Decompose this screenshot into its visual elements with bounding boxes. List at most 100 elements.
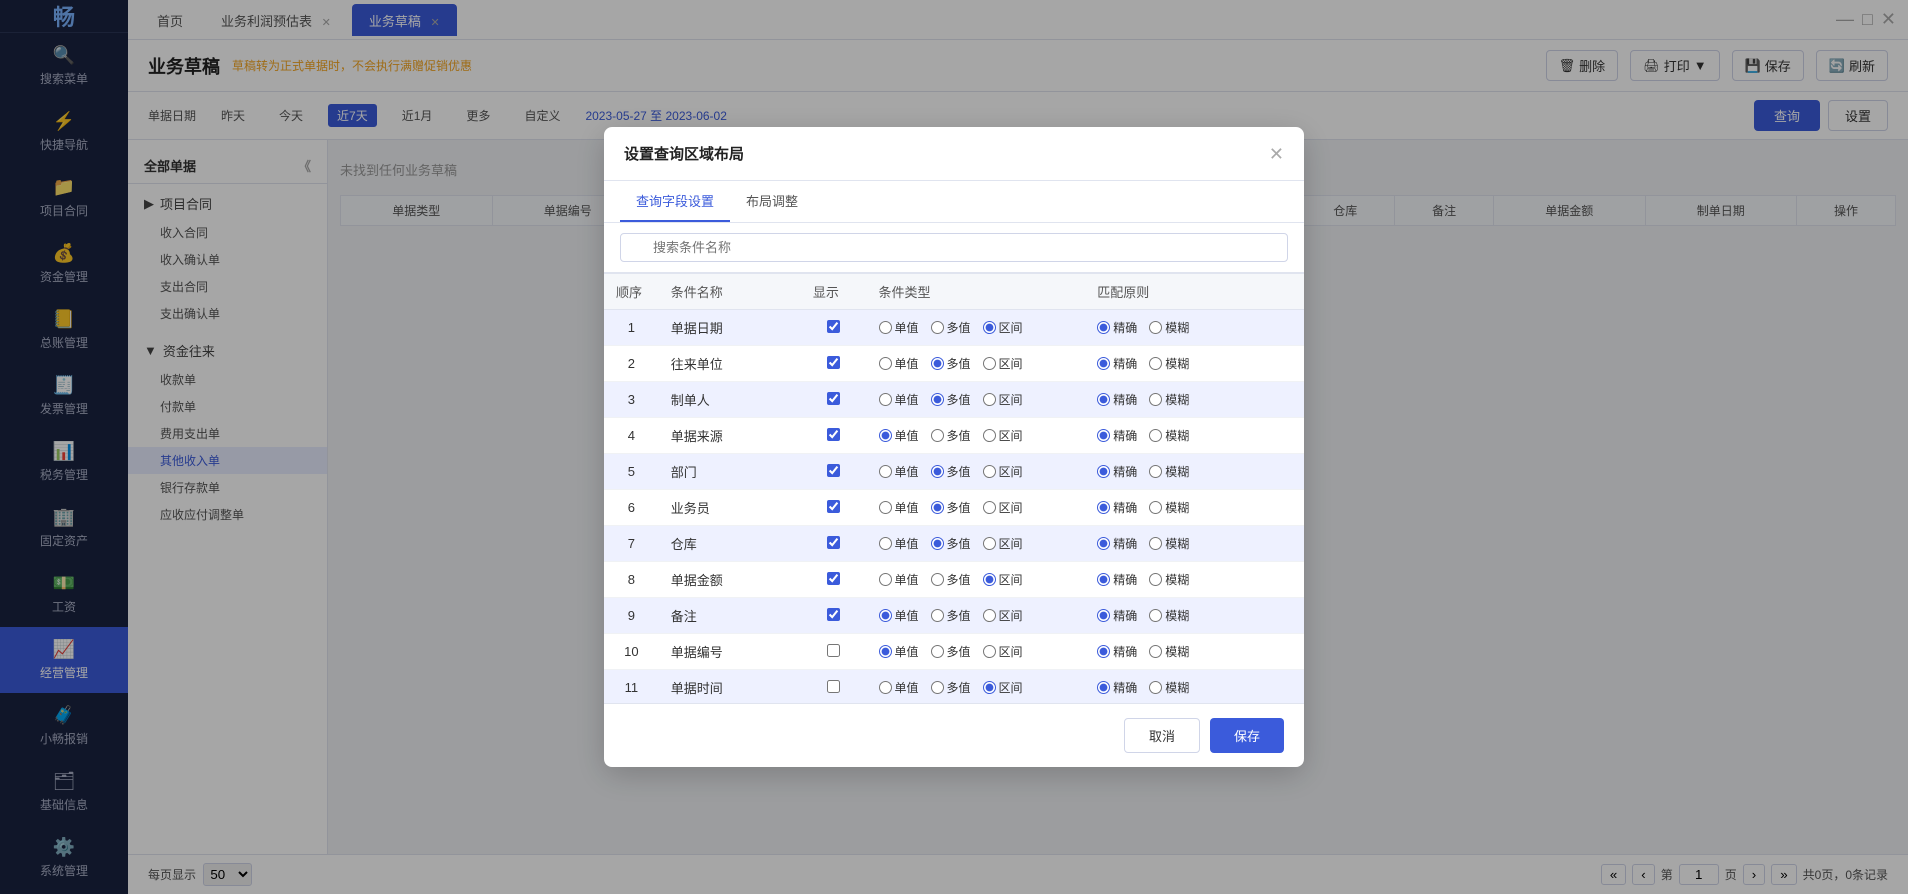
condition-type-radio[interactable]: [983, 321, 996, 334]
row-show-checkbox[interactable]: [827, 681, 840, 696]
condition-type-radio[interactable]: [879, 501, 892, 514]
condition-type-option[interactable]: 区间: [983, 679, 1023, 696]
condition-type-radio[interactable]: [931, 681, 944, 694]
condition-type-option[interactable]: 多值: [931, 571, 971, 588]
match-principle-option[interactable]: 模糊: [1149, 355, 1189, 372]
modal-tab-field-settings[interactable]: 查询字段设置: [620, 181, 730, 222]
match-principle-option[interactable]: 模糊: [1149, 427, 1189, 444]
match-principle-option[interactable]: 模糊: [1149, 643, 1189, 660]
condition-type-radio[interactable]: [931, 501, 944, 514]
row-show-checkbox[interactable]: [827, 321, 840, 336]
show-checkbox-input[interactable]: [827, 356, 840, 369]
match-principle-radio[interactable]: [1149, 465, 1162, 478]
condition-type-option[interactable]: 多值: [931, 355, 971, 372]
condition-type-option[interactable]: 多值: [931, 535, 971, 552]
match-principle-option[interactable]: 精确: [1097, 391, 1137, 408]
condition-type-option[interactable]: 单值: [879, 607, 919, 624]
match-principle-option[interactable]: 模糊: [1149, 499, 1189, 516]
modal-save-button[interactable]: 保存: [1210, 718, 1284, 753]
condition-type-radio[interactable]: [879, 321, 892, 334]
match-principle-option[interactable]: 精确: [1097, 355, 1137, 372]
condition-type-option[interactable]: 单值: [879, 679, 919, 696]
match-principle-option[interactable]: 精确: [1097, 679, 1137, 696]
condition-type-option[interactable]: 单值: [879, 355, 919, 372]
match-principle-radio[interactable]: [1149, 609, 1162, 622]
match-principle-option[interactable]: 模糊: [1149, 391, 1189, 408]
condition-type-radio[interactable]: [879, 645, 892, 658]
match-principle-option[interactable]: 模糊: [1149, 571, 1189, 588]
match-principle-option[interactable]: 精确: [1097, 499, 1137, 516]
condition-type-radio[interactable]: [879, 681, 892, 694]
match-principle-radio[interactable]: [1149, 429, 1162, 442]
condition-type-option[interactable]: 多值: [931, 499, 971, 516]
match-principle-radio[interactable]: [1149, 681, 1162, 694]
condition-type-radio[interactable]: [931, 393, 944, 406]
match-principle-radio[interactable]: [1149, 537, 1162, 550]
match-principle-radio[interactable]: [1097, 429, 1110, 442]
row-show-checkbox[interactable]: [827, 501, 840, 516]
row-show-checkbox[interactable]: [827, 465, 840, 480]
modal-tab-layout-adjust[interactable]: 布局调整: [730, 181, 814, 222]
condition-type-radio[interactable]: [983, 357, 996, 370]
row-show-checkbox[interactable]: [827, 609, 840, 624]
show-checkbox-input[interactable]: [827, 392, 840, 405]
row-show-checkbox[interactable]: [827, 393, 840, 408]
match-principle-radio[interactable]: [1149, 573, 1162, 586]
row-show-checkbox[interactable]: [827, 573, 840, 588]
row-show-checkbox[interactable]: [827, 537, 840, 552]
condition-type-radio[interactable]: [879, 465, 892, 478]
show-checkbox-input[interactable]: [827, 320, 840, 333]
condition-type-option[interactable]: 单值: [879, 319, 919, 336]
cancel-button[interactable]: 取消: [1124, 718, 1200, 753]
show-checkbox-input[interactable]: [827, 536, 840, 549]
match-principle-option[interactable]: 模糊: [1149, 319, 1189, 336]
match-principle-option[interactable]: 模糊: [1149, 607, 1189, 624]
condition-type-radio[interactable]: [931, 465, 944, 478]
condition-type-radio[interactable]: [879, 429, 892, 442]
match-principle-radio[interactable]: [1149, 393, 1162, 406]
condition-type-option[interactable]: 单值: [879, 391, 919, 408]
condition-type-option[interactable]: 多值: [931, 463, 971, 480]
match-principle-radio[interactable]: [1097, 393, 1110, 406]
match-principle-radio[interactable]: [1097, 321, 1110, 334]
condition-type-radio[interactable]: [931, 537, 944, 550]
row-show-checkbox[interactable]: [827, 429, 840, 444]
match-principle-radio[interactable]: [1149, 357, 1162, 370]
modal-search-input[interactable]: [620, 233, 1288, 262]
condition-type-radio[interactable]: [983, 465, 996, 478]
match-principle-radio[interactable]: [1097, 645, 1110, 658]
match-principle-option[interactable]: 精确: [1097, 463, 1137, 480]
match-principle-option[interactable]: 精确: [1097, 607, 1137, 624]
condition-type-option[interactable]: 单值: [879, 427, 919, 444]
condition-type-option[interactable]: 区间: [983, 391, 1023, 408]
match-principle-radio[interactable]: [1149, 645, 1162, 658]
condition-type-option[interactable]: 单值: [879, 499, 919, 516]
condition-type-option[interactable]: 区间: [983, 355, 1023, 372]
condition-type-radio[interactable]: [983, 609, 996, 622]
show-checkbox-input[interactable]: [827, 464, 840, 477]
condition-type-radio[interactable]: [931, 573, 944, 586]
match-principle-radio[interactable]: [1097, 609, 1110, 622]
show-checkbox-input[interactable]: [827, 572, 840, 585]
condition-type-radio[interactable]: [983, 537, 996, 550]
show-checkbox-input[interactable]: [827, 500, 840, 513]
show-checkbox-input[interactable]: [827, 644, 840, 657]
condition-type-option[interactable]: 单值: [879, 643, 919, 660]
show-checkbox-input[interactable]: [827, 680, 840, 693]
condition-type-option[interactable]: 多值: [931, 643, 971, 660]
match-principle-radio[interactable]: [1149, 321, 1162, 334]
condition-type-option[interactable]: 区间: [983, 463, 1023, 480]
condition-type-radio[interactable]: [983, 573, 996, 586]
condition-type-radio[interactable]: [879, 393, 892, 406]
condition-type-option[interactable]: 多值: [931, 607, 971, 624]
match-principle-radio[interactable]: [1149, 501, 1162, 514]
match-principle-radio[interactable]: [1097, 681, 1110, 694]
condition-type-radio[interactable]: [931, 609, 944, 622]
match-principle-radio[interactable]: [1097, 573, 1110, 586]
show-checkbox-input[interactable]: [827, 428, 840, 441]
match-principle-radio[interactable]: [1097, 465, 1110, 478]
match-principle-radio[interactable]: [1097, 501, 1110, 514]
condition-type-option[interactable]: 单值: [879, 463, 919, 480]
condition-type-radio[interactable]: [931, 645, 944, 658]
condition-type-option[interactable]: 多值: [931, 319, 971, 336]
